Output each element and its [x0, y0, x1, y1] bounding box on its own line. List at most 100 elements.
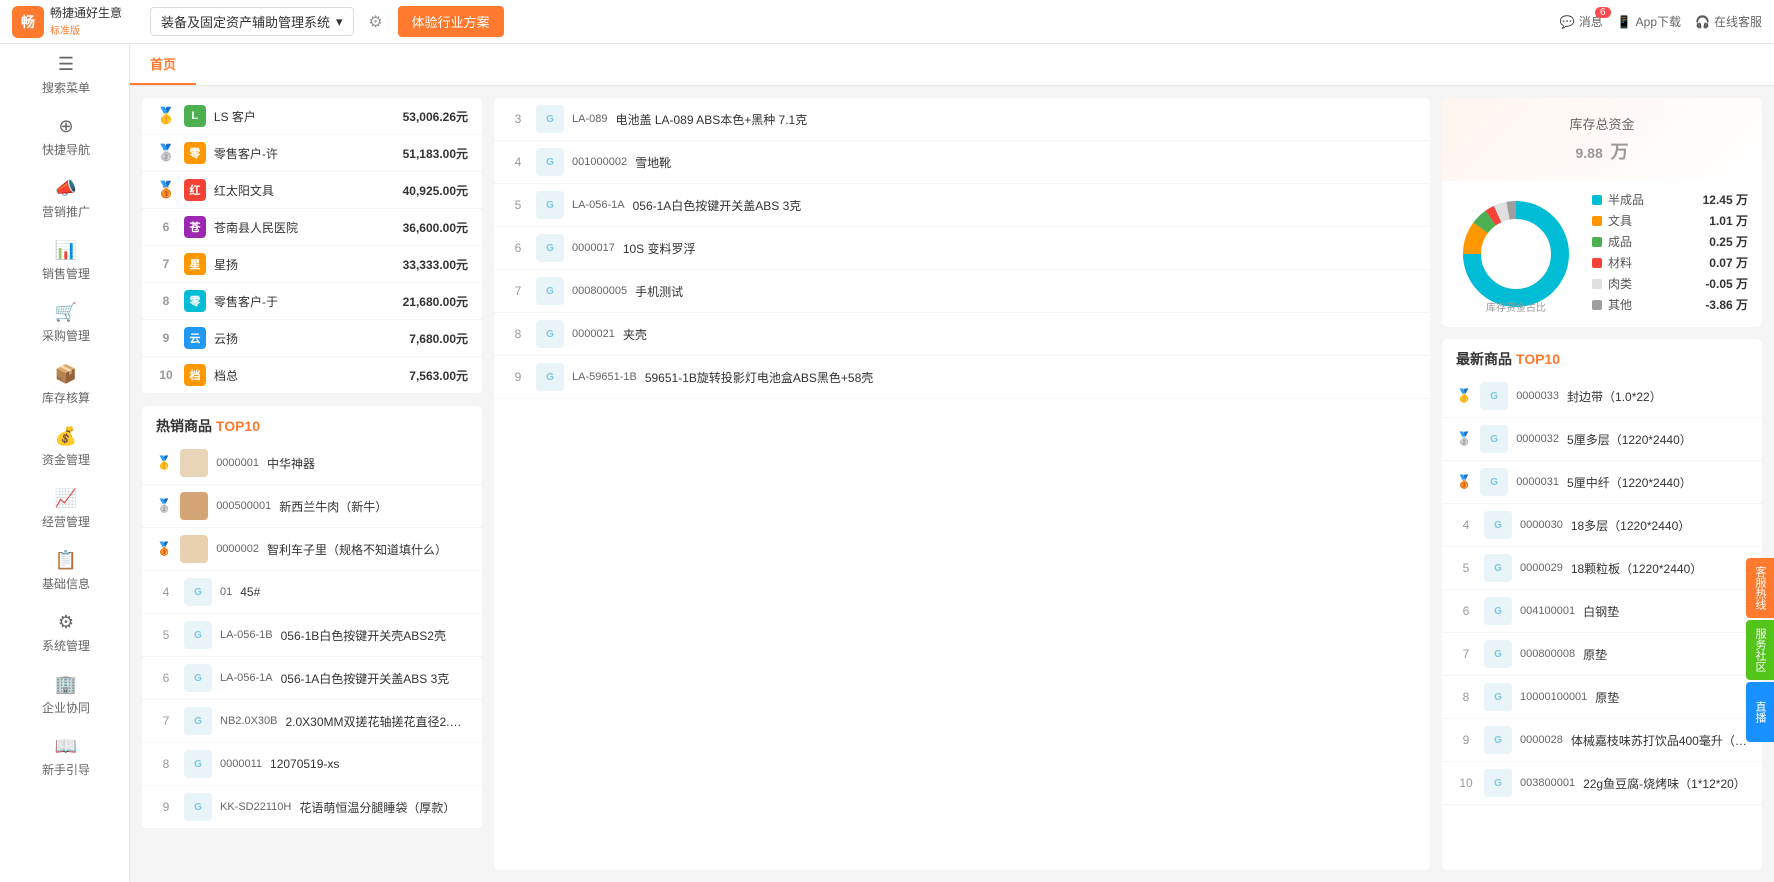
logo-text: 畅捷通好生意 [50, 6, 122, 22]
sidebar-item-purchase[interactable]: 🛒 采购管理 [0, 292, 129, 354]
float-service: 客服热线 服务社区 直播 [1746, 558, 1774, 742]
legend-item: 成品 0.25 万 [1592, 233, 1748, 250]
rank-badge: 苍 [184, 216, 206, 238]
product-item: 5 G LA-056-1B 056-1B白色按键开关壳ABS2壳 [142, 614, 482, 657]
sidebar-item-inventory[interactable]: 📦 库存核算 [0, 354, 129, 416]
product-rank: 10 [1456, 776, 1476, 790]
product-item: 8 G 0000011 12070519-xs [142, 743, 482, 786]
product-item: 9 G LA-59651-1B 59651-1B旋转投影灯电池盒ABS黑色+58… [494, 356, 1430, 399]
product-rank: 6 [1456, 604, 1476, 618]
legend-color [1592, 216, 1602, 226]
product-rank: 7 [1456, 647, 1476, 661]
product-placeholder: G [184, 750, 212, 778]
trial-button[interactable]: 体验行业方案 [398, 6, 504, 37]
product-placeholder: G [1480, 468, 1508, 496]
rank-amount: 36,600.00元 [403, 219, 468, 236]
inventory-title: 库存总资金 [1458, 114, 1746, 133]
sidebar-item-sales[interactable]: 📊 销售管理 [0, 230, 129, 292]
sidebar-item-system[interactable]: ⚙ 系统管理 [0, 602, 129, 664]
online-service-button[interactable]: 🎧 在线客服 [1695, 13, 1762, 30]
product-rank: 8 [508, 327, 528, 341]
new-product-item: 🥇 G 0000033 封边带（1.0*22） [1442, 375, 1762, 418]
product-rank: 9 [156, 800, 176, 814]
rank-number: 8 [156, 294, 176, 308]
sidebar-item-search[interactable]: ☰ 搜索菜单 [0, 44, 129, 106]
message-button[interactable]: 💬 消息 6 [1560, 13, 1603, 30]
product-code: KK-SD22110H [220, 801, 291, 813]
sidebar-item-operations[interactable]: 📈 经营管理 [0, 478, 129, 540]
product-name: 原垫 [1595, 689, 1748, 706]
product-placeholder: G [536, 148, 564, 176]
legend-value: 0.07 万 [1709, 254, 1748, 271]
new-product-item: 10 G 003800001 22g鱼豆腐-烧烤味（1*12*20） [1442, 762, 1762, 805]
rank-badge: 零 [184, 290, 206, 312]
product-item: 🥉 0000002 智利车子里（规格不知道填什么） [142, 528, 482, 571]
mobile-icon: 📱 [1617, 15, 1632, 29]
legend-item: 半成品 12.45 万 [1592, 191, 1748, 208]
rank-number: 9 [156, 331, 176, 345]
medal-icon: 🥈 [156, 498, 172, 514]
marketing-icon: 📣 [55, 178, 77, 199]
legend-color [1592, 258, 1602, 268]
product-name: 雪地靴 [635, 154, 1416, 171]
legend-color [1592, 300, 1602, 310]
product-rank: 7 [156, 714, 176, 728]
rank-item: 6 苍 苍南县人民医院 36,600.00元 [142, 209, 482, 246]
product-placeholder: G [184, 621, 212, 649]
content-area: 首页 🥇 L LS 客户 53,006.26元 🥈 零 零售客户-许 51,18… [130, 44, 1774, 882]
service-community-button[interactable]: 服务社区 [1746, 620, 1774, 680]
product-code: 0000011 [220, 758, 262, 770]
sidebar-item-basics[interactable]: 📋 基础信息 [0, 540, 129, 602]
product-code: 0000028 [1520, 734, 1563, 746]
product-rank: 7 [508, 284, 528, 298]
rank-badge: L [184, 105, 206, 127]
product-item: 6 G 0000017 10S 变料罗浮 [494, 227, 1430, 270]
basics-icon: 📋 [55, 550, 77, 571]
rank-item: 🥇 L LS 客户 53,006.26元 [142, 98, 482, 135]
app-download-button[interactable]: 📱 App下载 [1617, 13, 1681, 30]
rank-badge: 云 [184, 327, 206, 349]
system-name-dropdown[interactable]: 装备及固定资产辅助管理系统 ▾ [150, 7, 354, 36]
legend-name: 材料 [1608, 254, 1703, 271]
customer-hotline-button[interactable]: 客服热线 [1746, 558, 1774, 618]
product-placeholder: G [536, 105, 564, 133]
tab-home[interactable]: 首页 [130, 44, 196, 85]
sidebar-item-marketing[interactable]: 📣 营销推广 [0, 168, 129, 230]
customer-ranking-list: 🥇 L LS 客户 53,006.26元 🥈 零 零售客户-许 51,183.0… [142, 98, 482, 394]
legend-color [1592, 195, 1602, 205]
rank-number: 10 [156, 368, 176, 382]
product-name: 原垫 [1583, 646, 1748, 663]
rank-name: 云扬 [214, 330, 401, 347]
product-code: 0000033 [1516, 390, 1559, 402]
product-thumbnail [180, 535, 208, 563]
product-placeholder: G [1484, 683, 1512, 711]
product-rank: 4 [156, 585, 176, 599]
medal-icon: 🥈 [1456, 431, 1472, 447]
product-name: 智利车子里（规格不知道填什么） [267, 541, 468, 558]
product-name: 花语萌恒温分腿睡袋（厚款） [299, 799, 468, 816]
sidebar-item-enterprise[interactable]: 🏢 企业协同 [0, 664, 129, 726]
legend-item: 文具 1.01 万 [1592, 212, 1748, 229]
new-product-item: 6 G 004100001 白钢垫 [1442, 590, 1762, 633]
message-badge: 6 [1595, 7, 1611, 18]
page-tabs: 首页 [130, 44, 1774, 86]
legend-color [1592, 237, 1602, 247]
settings-button[interactable]: ⚙ [362, 8, 390, 36]
logo-icon: 畅 [12, 6, 44, 38]
sidebar-item-guide[interactable]: 📖 新手引导 [0, 726, 129, 788]
product-rank: 8 [156, 757, 176, 771]
product-code: 0000030 [1520, 519, 1563, 531]
rank-name: 零售客户-于 [214, 293, 395, 310]
sidebar-item-quicknav[interactable]: ⊕ 快捷导航 [0, 106, 129, 168]
hot-products-middle-list: 3 G LA-089 电池盖 LA-089 ABS本色+黑种 7.1克 4 G … [494, 98, 1430, 399]
quicknav-icon: ⊕ [58, 116, 73, 137]
rank-item: 9 云 云扬 7,680.00元 [142, 320, 482, 357]
new-product-item: 7 G 000800008 原垫 [1442, 633, 1762, 676]
product-item: 🥇 0000001 中华神器 [142, 442, 482, 485]
live-button[interactable]: 直播 [1746, 682, 1774, 742]
rank-amount: 40,925.00元 [403, 182, 468, 199]
product-item: 8 G 0000021 夹壳 [494, 313, 1430, 356]
medal-icon: 🥈 [156, 143, 176, 163]
product-name: 封边带（1.0*22） [1567, 388, 1748, 405]
sidebar-item-finance[interactable]: 💰 资金管理 [0, 416, 129, 478]
